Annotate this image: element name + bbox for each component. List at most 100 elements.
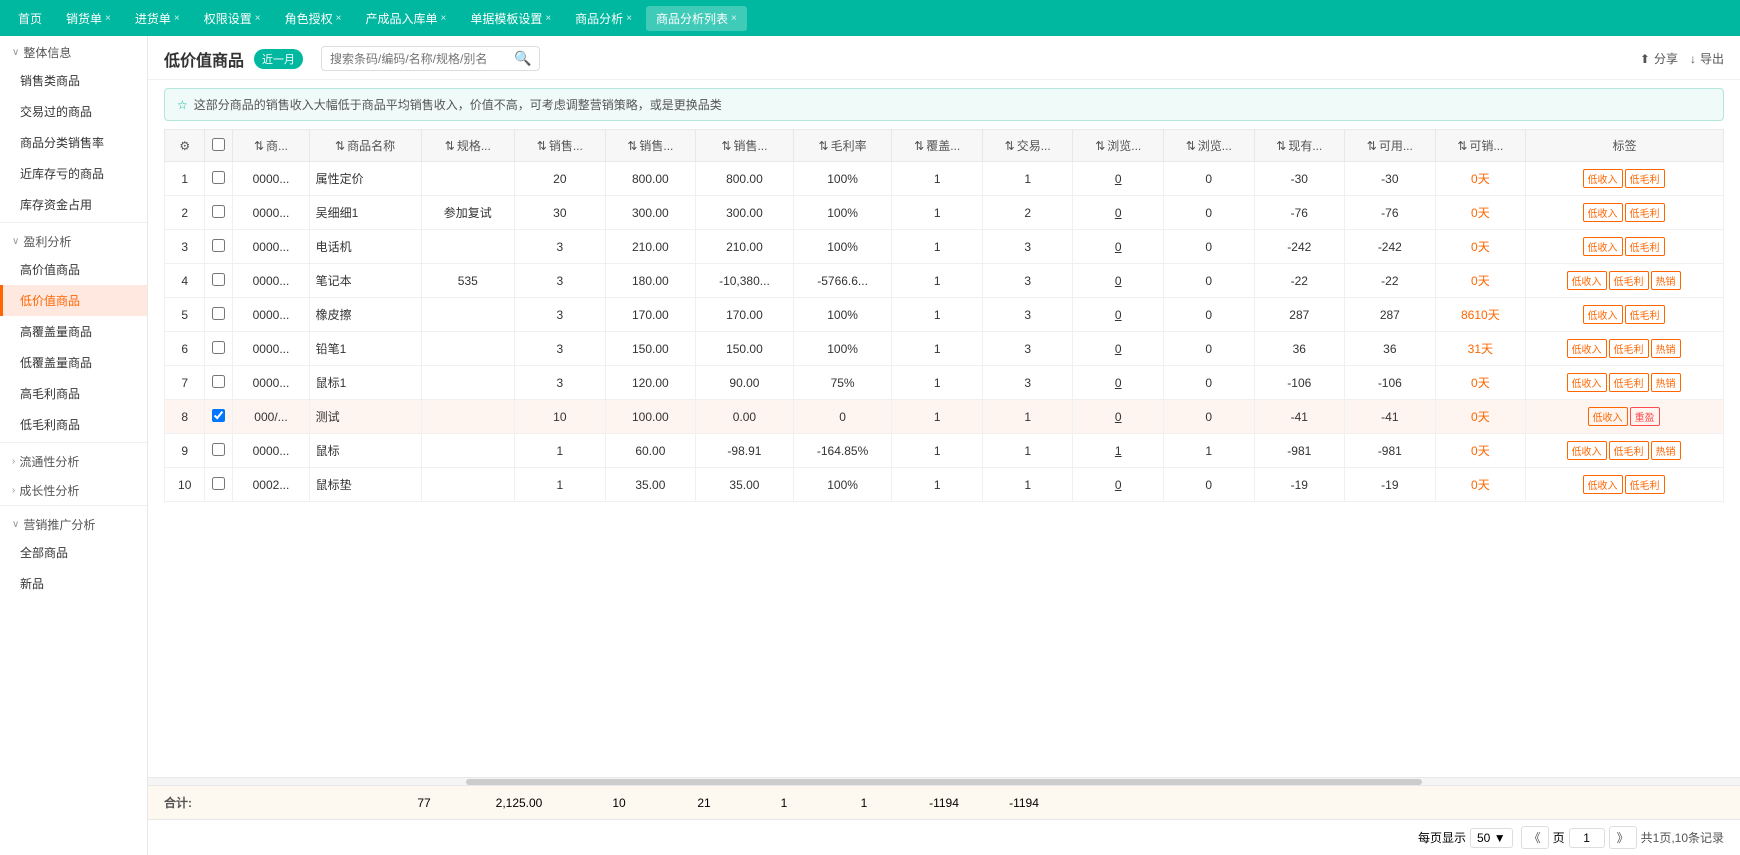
row-checkbox[interactable] [212,273,225,286]
nav-product-analysis-list[interactable]: 商品分析列表 × [646,6,747,31]
row-checkbox[interactable] [212,375,225,388]
sidebar-item-low-coverage[interactable]: 低覆盖量商品 [0,347,147,378]
nav-product-entry[interactable]: 产成品入库单 × [355,6,456,31]
sidebar-item-low-stock[interactable]: 近库存亏的商品 [0,158,147,189]
table-container[interactable]: ⚙ ⇅商... ⇅商品名称 ⇅规格... ⇅销售... ⇅销售... ⇅销售..… [148,129,1740,777]
col-code[interactable]: ⇅商... [233,130,309,162]
close-icon[interactable]: × [440,13,446,24]
nav-purchase-order[interactable]: 进货单 × [125,6,190,31]
nav-sales-order[interactable]: 销货单 × [56,6,121,31]
search-icon[interactable]: 🔍 [514,50,531,67]
row-sales-qty: 3 [515,230,606,264]
sidebar-group-profit[interactable]: ∨ 盈利分析 [0,225,147,254]
product-tag: 低毛利 [1609,339,1649,358]
col-gross-margin[interactable]: ⇅毛利率 [793,130,892,162]
col-name[interactable]: ⇅商品名称 [309,130,421,162]
export-button[interactable]: ↓ 导出 [1690,50,1724,67]
browse-link[interactable]: 0 [1115,410,1122,424]
browse-link[interactable]: 0 [1115,342,1122,356]
row-checkbox[interactable] [212,409,225,422]
share-button[interactable]: ⬆ 分享 [1640,50,1678,67]
browse-link[interactable]: 0 [1115,206,1122,220]
sidebar-item-inventory-capital[interactable]: 库存资金占用 [0,189,147,220]
col-settings[interactable]: ⚙ [165,130,205,162]
close-icon[interactable]: × [545,13,551,24]
col-browse1[interactable]: ⇅浏览... [1073,130,1164,162]
row-code: 0000... [233,264,309,298]
sidebar-group-flow[interactable]: › 流通性分析 [0,445,147,474]
sidebar-group-marketing[interactable]: ∨ 营销推广分析 [0,508,147,537]
row-checkbox[interactable] [212,443,225,456]
data-table: ⚙ ⇅商... ⇅商品名称 ⇅规格... ⇅销售... ⇅销售... ⇅销售..… [164,129,1724,502]
row-checkbox[interactable] [212,239,225,252]
col-sales-amount[interactable]: ⇅销售... [696,130,794,162]
sidebar-item-traded-products[interactable]: 交易过的商品 [0,96,147,127]
first-page-button[interactable]: 《 [1521,826,1549,849]
row-browse1: 0 [1073,400,1164,434]
search-input[interactable] [330,52,510,66]
sidebar-item-category-sales-rate[interactable]: 商品分类销售率 [0,127,147,158]
sidebar-group-growth[interactable]: › 成长性分析 [0,474,147,503]
period-tag[interactable]: 近一月 [254,49,303,69]
browse-link[interactable]: 1 [1115,444,1122,458]
row-sales-qty: 3 [515,332,606,366]
row-sales-amount: 35.00 [696,468,794,502]
last-page-button[interactable]: 》 [1609,826,1637,849]
sidebar-group-overall[interactable]: ∨ 整体信息 [0,36,147,65]
close-icon[interactable]: × [336,13,342,24]
col-sales-qty[interactable]: ⇅销售... [515,130,606,162]
close-icon[interactable]: × [174,13,180,24]
page-size-select-box[interactable]: 50 ▼ [1470,828,1513,848]
sidebar-item-high-value[interactable]: 高价值商品 [0,254,147,285]
nav-role-auth[interactable]: 角色授权 × [275,6,352,31]
row-no: 10 [165,468,205,502]
row-coverage: 1 [892,468,983,502]
nav-permissions[interactable]: 权限设置 × [194,6,271,31]
row-checkbox[interactable] [212,477,225,490]
horizontal-scrollbar[interactable] [148,777,1740,785]
row-coverage: 1 [892,230,983,264]
select-all-checkbox[interactable] [212,138,225,151]
close-icon[interactable]: × [255,13,261,24]
col-sales-price[interactable]: ⇅销售... [605,130,696,162]
row-checkbox[interactable] [212,171,225,184]
col-saleable[interactable]: ⇅可销... [1435,130,1526,162]
row-no: 9 [165,434,205,468]
sidebar-item-sales-products[interactable]: 销售类商品 [0,65,147,96]
saleable-days: 8610天 [1461,308,1500,322]
close-icon[interactable]: × [731,13,737,24]
sidebar-item-all-products[interactable]: 全部商品 [0,537,147,568]
nav-home[interactable]: 首页 [8,6,52,31]
settings-icon[interactable]: ⚙ [179,139,190,153]
sidebar-item-high-margin[interactable]: 高毛利商品 [0,378,147,409]
col-browse2[interactable]: ⇅浏览... [1164,130,1255,162]
row-checkbox[interactable] [212,205,225,218]
close-icon[interactable]: × [105,13,111,24]
browse-link[interactable]: 0 [1115,274,1122,288]
sidebar-item-low-margin[interactable]: 低毛利商品 [0,409,147,440]
col-transaction[interactable]: ⇅交易... [982,130,1073,162]
col-coverage[interactable]: ⇅覆盖... [892,130,983,162]
row-spec [421,366,515,400]
col-current[interactable]: ⇅现有... [1254,130,1345,162]
nav-product-analysis[interactable]: 商品分析 × [565,6,642,31]
browse-link[interactable]: 0 [1115,172,1122,186]
row-sales-price: 180.00 [605,264,696,298]
col-available[interactable]: ⇅可用... [1345,130,1436,162]
col-tags[interactable]: 标签 [1526,130,1724,162]
product-tag: 低毛利 [1625,169,1665,188]
browse-link[interactable]: 0 [1115,478,1122,492]
row-tags: 低收入低毛利 [1526,298,1724,332]
browse-link[interactable]: 0 [1115,240,1122,254]
sidebar-item-new-products[interactable]: 新品 [0,568,147,599]
close-icon[interactable]: × [626,13,632,24]
row-checkbox[interactable] [212,341,225,354]
nav-template-settings[interactable]: 单据模板设置 × [460,6,561,31]
sidebar-item-low-value[interactable]: 低价值商品 [0,285,147,316]
row-checkbox[interactable] [212,307,225,320]
page-number-input[interactable] [1569,828,1605,848]
browse-link[interactable]: 0 [1115,376,1122,390]
browse-link[interactable]: 0 [1115,308,1122,322]
col-spec[interactable]: ⇅规格... [421,130,515,162]
sidebar-item-high-coverage[interactable]: 高覆盖量商品 [0,316,147,347]
